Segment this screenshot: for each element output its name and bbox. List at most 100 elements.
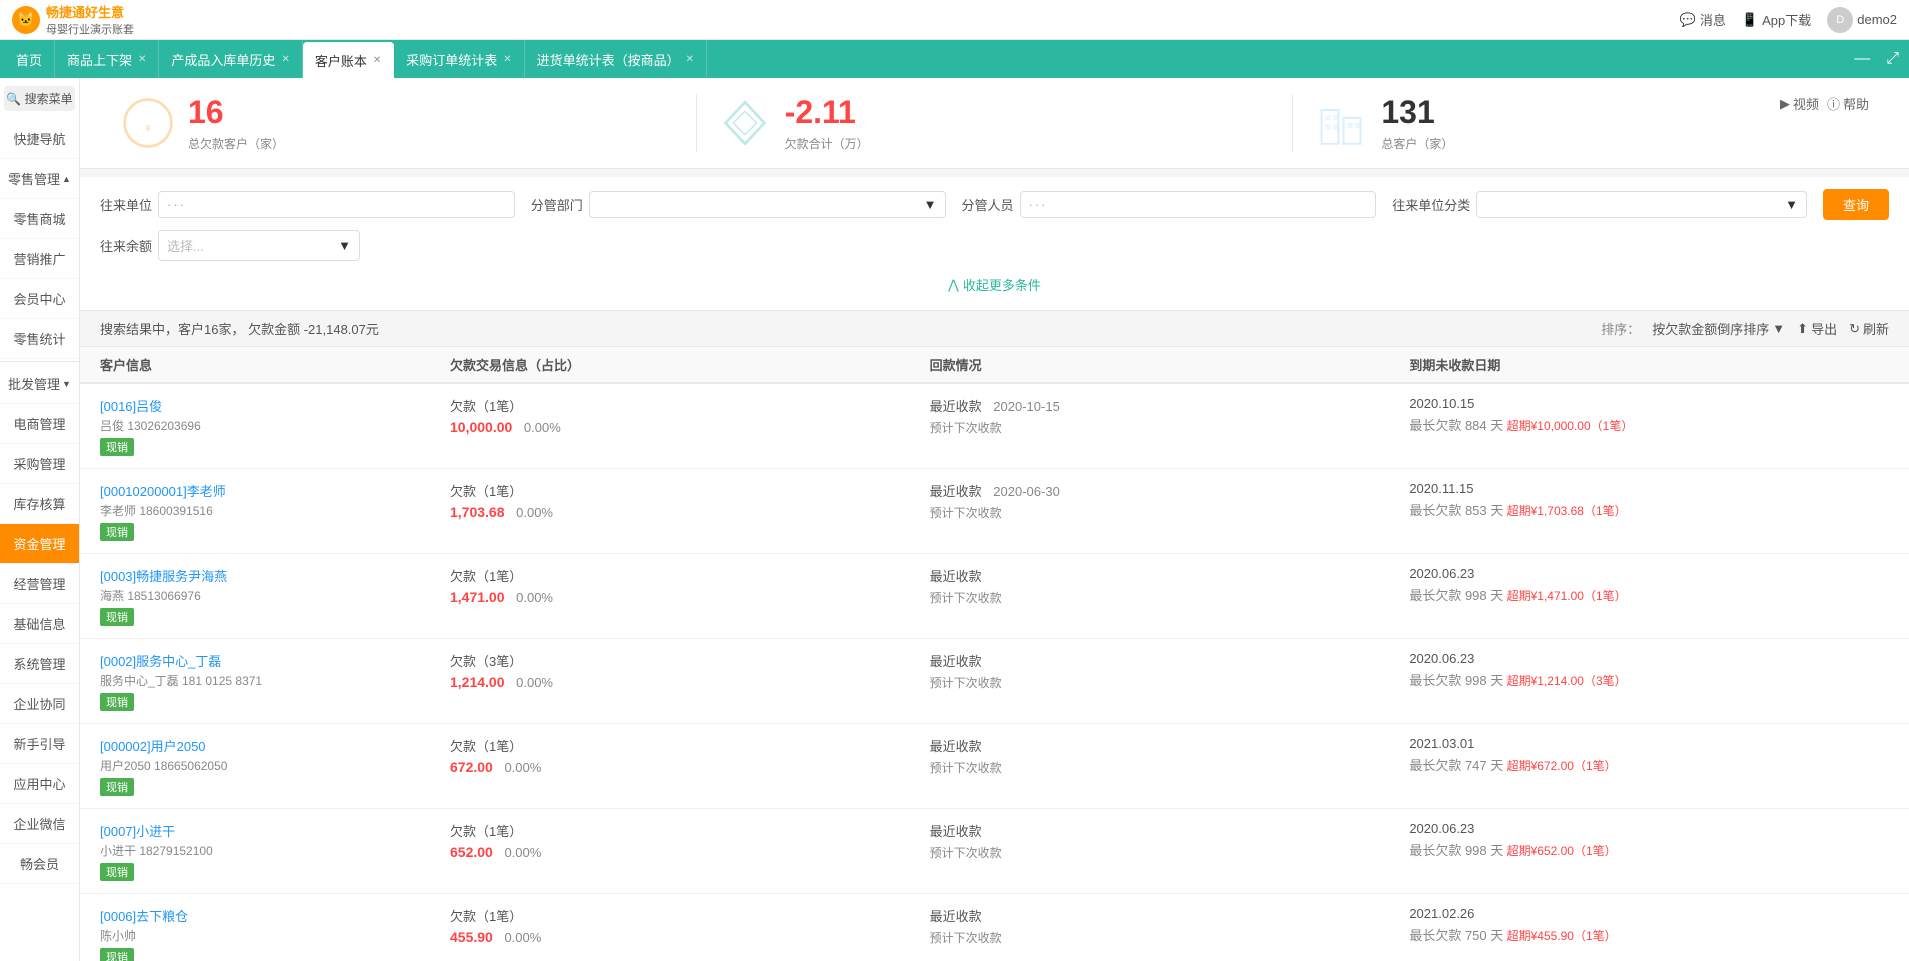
sidebar-item-retail-stats[interactable]: 零售统计 — [0, 319, 79, 359]
user-profile[interactable]: D demo2 — [1827, 7, 1897, 33]
customer-name-link[interactable]: [0006]去下粮仓 — [100, 906, 450, 925]
tab-purchase-order[interactable]: 采购订单统计表 ✕ — [394, 40, 524, 78]
refresh-button[interactable]: ↻ 刷新 — [1849, 319, 1889, 338]
sidebar-item-batch-mgmt-label: 批发管理 — [8, 374, 60, 393]
tab-close-icon[interactable]: ✕ — [503, 54, 511, 65]
sidebar-item-member[interactable]: 会员中心 — [0, 279, 79, 319]
sidebar-item-batch-mgmt[interactable]: 批发管理 ▼ — [0, 364, 79, 404]
sidebar-item-retail-mgmt[interactable]: 零售管理 ▲ — [0, 159, 79, 199]
help-button[interactable]: ⓘ 帮助 — [1827, 94, 1869, 113]
tab-home[interactable]: 首页 — [4, 40, 55, 78]
customer-tag: 现销 — [100, 863, 134, 881]
search-menu-button[interactable]: 🔍 搜索菜单 — [4, 86, 75, 111]
sidebar-item-wechat-label: 企业微信 — [13, 817, 65, 832]
filter-dept-label: 分管部门 — [531, 195, 583, 214]
sidebar-item-capital[interactable]: 资金管理 — [0, 524, 79, 564]
overdue-amount-link[interactable]: 超期¥455.90（1笔） — [1507, 929, 1617, 943]
overdue-date-cell: 2020.06.23 最长欠款 998 天 超期¥1,214.00（3笔） — [1409, 651, 1889, 689]
sidebar-item-wechat[interactable]: 企业微信 — [0, 804, 79, 844]
sidebar-item-operation-label: 经营管理 — [13, 577, 65, 592]
table-row: [0007]小进干 小进干 18279152100 现销 欠款（1笔） 652.… — [80, 809, 1909, 894]
sidebar-item-marketing[interactable]: 营销推广 — [0, 239, 79, 279]
sidebar-item-guide[interactable]: 新手引导 — [0, 724, 79, 764]
message-icon: 💬 — [1680, 12, 1696, 28]
debt-amount: 1,703.68 — [450, 504, 505, 520]
tab-customer-account[interactable]: 客户账本 ✕ — [303, 42, 394, 78]
message-label: 消息 — [1700, 10, 1726, 29]
sort-label: 排序： — [1601, 319, 1640, 338]
customer-name-link[interactable]: [00010200001]李老师 — [100, 481, 450, 500]
filter-source-unit-input[interactable]: ··· — [158, 191, 515, 218]
sidebar-item-collab[interactable]: 企业协同 — [0, 684, 79, 724]
customer-tag: 现销 — [100, 438, 134, 456]
filter-balance-select[interactable]: 选择... ▼ — [158, 230, 360, 261]
customer-name-link[interactable]: [0007]小进干 — [100, 821, 450, 840]
tab-close-icon[interactable]: ✕ — [281, 54, 289, 65]
overdue-amount-link[interactable]: 超期¥10,000.00（1笔） — [1507, 419, 1634, 433]
sidebar-item-system[interactable]: 系统管理 — [0, 644, 79, 684]
customer-sub-text: 用户2050 18665062050 — [100, 757, 450, 774]
sidebar-item-operation[interactable]: 经营管理 — [0, 564, 79, 604]
debt-count: 欠款（1笔） — [450, 396, 930, 415]
sidebar-item-ecom[interactable]: 电商管理 — [0, 404, 79, 444]
customer-name-link[interactable]: [0003]畅捷服务尹海燕 — [100, 566, 450, 585]
sidebar-item-purchase[interactable]: 采购管理 — [0, 444, 79, 484]
tab-close-icon[interactable]: ✕ — [686, 54, 694, 65]
message-button[interactable]: 💬 消息 — [1680, 10, 1726, 29]
chevron-down-icon: ▼ — [1772, 321, 1785, 336]
overdue-amount-link[interactable]: 超期¥1,214.00（3笔） — [1507, 674, 1627, 688]
tab-inbound-stats-label: 进货单统计表（按商品） — [537, 50, 680, 69]
overdue-amount-link[interactable]: 超期¥1,471.00（1笔） — [1507, 589, 1627, 603]
sidebar-item-quick-nav-label: 快捷导航 — [4, 129, 75, 148]
tab-minimize-button[interactable]: — — [1848, 48, 1876, 70]
diamond-icon — [717, 95, 773, 151]
sidebar-item-retail-stats-label: 零售统计 — [13, 332, 65, 347]
overdue-amount-link[interactable]: 超期¥1,703.68（1笔） — [1507, 504, 1627, 518]
table-row: [0016]吕俊 吕俊 13026203696 现销 欠款（1笔） 10,000… — [80, 384, 1909, 469]
stat-card-actions: ▶ 视频 ⓘ 帮助 — [1780, 94, 1869, 113]
return-status-cell: 最近收款 预计下次收款 — [930, 821, 1410, 861]
tab-inbound-stats[interactable]: 进货单统计表（按商品） ✕ — [525, 40, 707, 78]
sidebar-item-quick-nav[interactable]: 快捷导航 — [0, 119, 79, 159]
filter-balance-placeholder: 选择... — [167, 236, 338, 255]
sidebar-item-base-info[interactable]: 基础信息 — [0, 604, 79, 644]
overdue-amount-link[interactable]: 超期¥672.00（1笔） — [1507, 759, 1617, 773]
customer-name-link[interactable]: [000002]用户2050 — [100, 736, 450, 755]
tab-expand-button[interactable]: ⤢ — [1880, 48, 1905, 70]
return-next: 预计下次收款 — [930, 589, 1410, 606]
filter-unit-category-select[interactable]: ▼ — [1476, 191, 1807, 218]
app-download-button[interactable]: 📱 App下载 — [1742, 10, 1811, 29]
tab-close-icon[interactable]: ✕ — [138, 54, 146, 65]
search-button[interactable]: 查询 — [1823, 189, 1889, 220]
return-next: 预计下次收款 — [930, 759, 1410, 776]
collapse-more-button[interactable]: ⋀ 收起更多条件 — [100, 271, 1889, 298]
filter-person-input[interactable]: ··· — [1020, 191, 1377, 218]
sidebar-item-retail-store[interactable]: 零售商城 — [0, 199, 79, 239]
tab-home-label: 首页 — [16, 50, 42, 69]
tab-close-icon[interactable]: ✕ — [373, 55, 381, 66]
sort-select[interactable]: 按欠款金额倒序排序 ▼ — [1652, 319, 1785, 338]
sidebar-item-warehouse[interactable]: 库存核算 — [0, 484, 79, 524]
customer-info-cell: [0002]服务中心_丁磊 服务中心_丁磊 181 0125 8371 现销 — [100, 651, 450, 711]
sidebar-item-member-vip[interactable]: 畅会员 — [0, 844, 79, 884]
help-icon: ⓘ — [1827, 94, 1840, 113]
customer-name-link[interactable]: [0016]吕俊 — [100, 396, 450, 415]
customer-info-cell: [000002]用户2050 用户2050 18665062050 现销 — [100, 736, 450, 796]
return-date: 2020-10-15 — [993, 399, 1060, 414]
tab-product-inbound[interactable]: 产成品入库单历史 ✕ — [159, 40, 302, 78]
video-button[interactable]: ▶ 视频 — [1780, 94, 1819, 113]
filter-dept-select[interactable]: ▼ — [589, 191, 946, 218]
tab-product-offline[interactable]: 商品上下架 ✕ — [55, 40, 159, 78]
customer-name-link[interactable]: [0002]服务中心_丁磊 — [100, 651, 450, 670]
stat-body-total-customers: 131 总客户（家） — [1381, 94, 1768, 152]
return-next: 预计下次收款 — [930, 504, 1410, 521]
overdue-amount-link[interactable]: 超期¥652.00（1笔） — [1507, 844, 1617, 858]
export-button[interactable]: ⬆ 导出 — [1797, 319, 1837, 338]
stat-card-total-customers: 131 总客户（家） ▶ 视频 ⓘ 帮助 — [1293, 94, 1889, 152]
sidebar-item-apps[interactable]: 应用中心 — [0, 764, 79, 804]
overdue-days: 最长欠款 998 天 超期¥652.00（1笔） — [1409, 840, 1889, 859]
video-label: 视频 — [1793, 94, 1819, 113]
return-next: 预计下次收款 — [930, 929, 1410, 946]
customer-tag: 现销 — [100, 523, 134, 541]
result-bar: 搜索结果中，客户16家， 欠款金额 -21,148.07元 排序： 按欠款金额倒… — [80, 310, 1909, 347]
